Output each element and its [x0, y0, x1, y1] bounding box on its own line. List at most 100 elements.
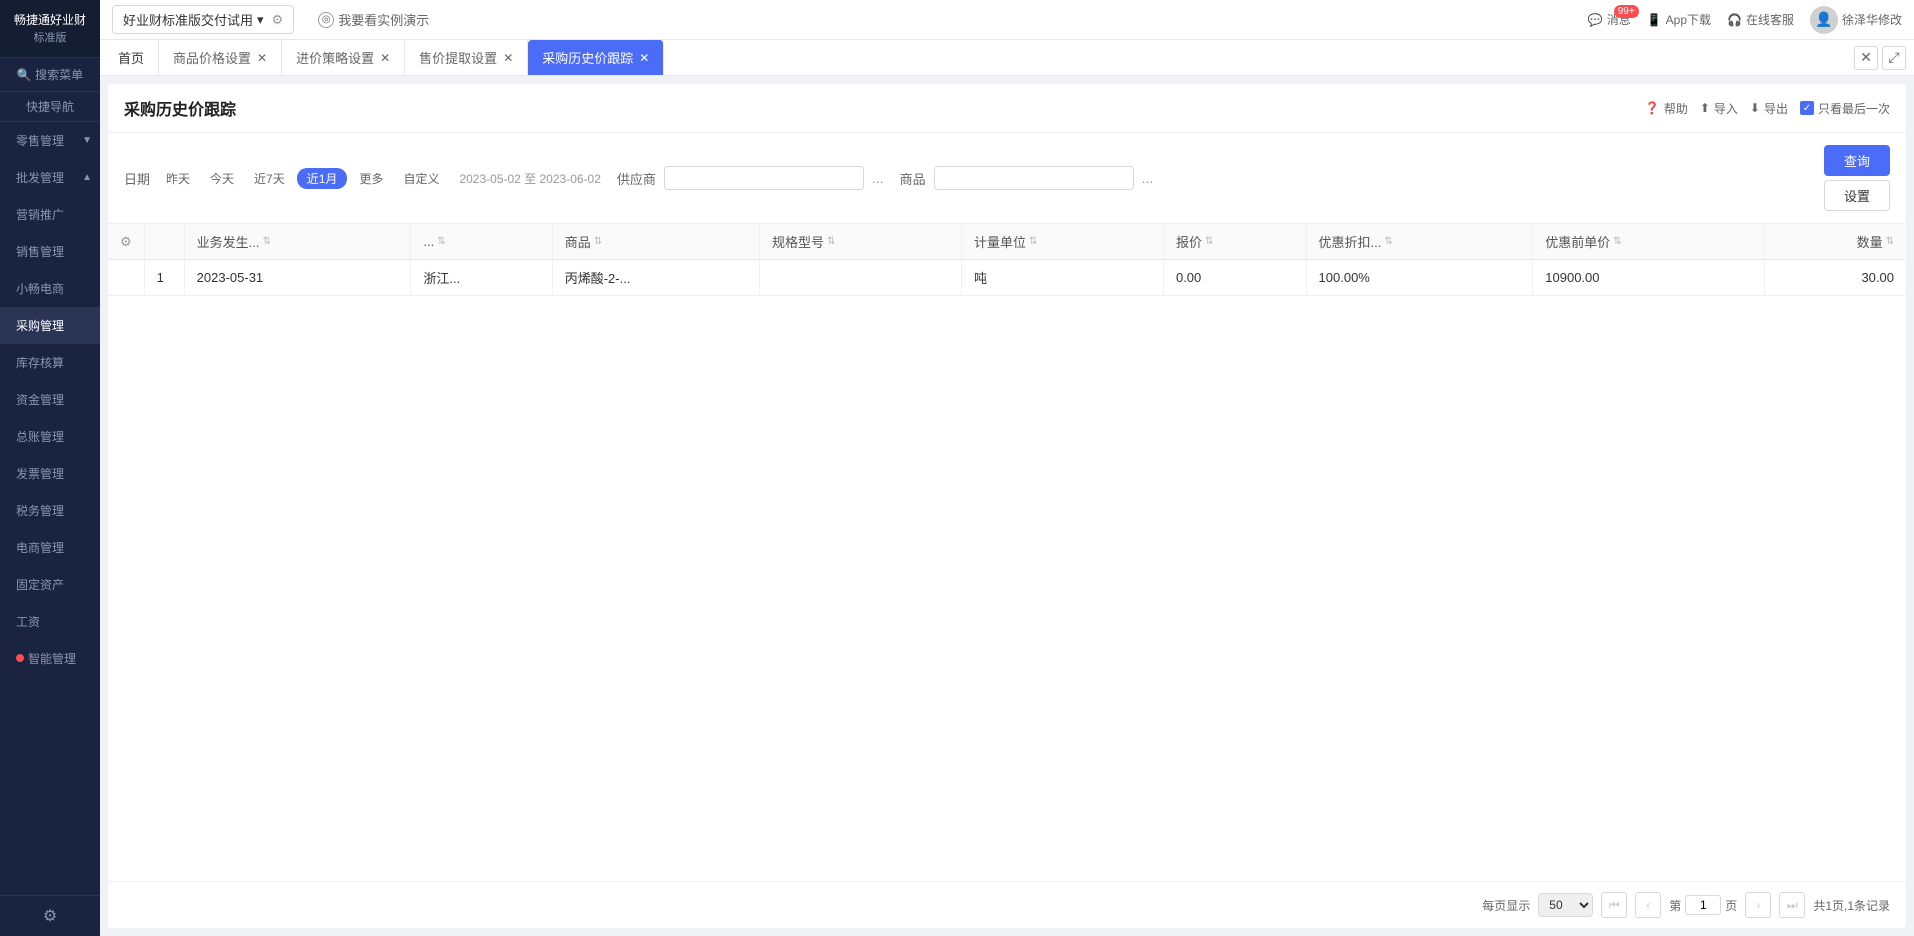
product-input[interactable] — [934, 166, 1134, 190]
help-icon: ❓ — [1645, 101, 1660, 115]
sidebar-item-fixed-assets[interactable]: 固定资产 — [0, 566, 100, 603]
column-settings-icon[interactable]: ⚙ — [120, 234, 132, 249]
export-button[interactable]: ⬇ 导出 — [1750, 100, 1788, 117]
th-pre-discount-price[interactable]: 优惠前单价 ⇅ — [1533, 224, 1765, 260]
tab-purchase-history[interactable]: 采购历史价跟踪 ✕ — [528, 40, 664, 75]
page-title: 采购历史价跟踪 — [124, 96, 1645, 120]
topbar: 好业财标准版交付试用 ▾ ⚙ ◎ 我要看实例演示 💬 消息 99+ 📱 App下… — [100, 0, 1914, 40]
settings-gear-icon[interactable]: ⚙ — [43, 908, 57, 925]
th-discount[interactable]: 优惠折扣... ⇅ — [1306, 224, 1533, 260]
th-unit[interactable]: 计量单位 ⇅ — [961, 224, 1163, 260]
td-product: 丙烯酸-2-... — [552, 260, 759, 296]
pagination-first-button[interactable]: ⏮ — [1601, 892, 1627, 918]
sidebar-item-finance[interactable]: 资金管理 — [0, 381, 100, 418]
tab-sale-price-label: 售价提取设置 — [419, 48, 497, 67]
sidebar-item-ecommerce[interactable]: 电商管理 — [0, 529, 100, 566]
per-page-select[interactable]: 50 10 20 100 — [1538, 893, 1593, 917]
version-label: 好业财标准版交付试用 — [123, 10, 253, 29]
sidebar-item-general-ledger[interactable]: 总账管理 — [0, 418, 100, 455]
close-tab-button[interactable]: ✕ — [1854, 46, 1878, 70]
filter-actions: 查询 设置 — [1824, 145, 1890, 211]
th-seq — [144, 224, 184, 260]
sidebar-item-invoice[interactable]: 发票管理 — [0, 455, 100, 492]
tab-price-settings[interactable]: 商品价格设置 ✕ — [159, 40, 282, 75]
date-btn-more[interactable]: 更多 — [351, 168, 391, 189]
close-icon[interactable]: ✕ — [380, 51, 390, 65]
close-icon[interactable]: ✕ — [639, 51, 649, 65]
product-filter-group: 商品 ... — [900, 166, 1154, 190]
sidebar-fixed-assets-label: 固定资产 — [16, 576, 92, 593]
product-more-icon[interactable]: ... — [1142, 170, 1154, 186]
topbar-left: 好业财标准版交付试用 ▾ ⚙ ◎ 我要看实例演示 — [112, 5, 429, 34]
page-label: 第 — [1669, 897, 1681, 914]
close-icon[interactable]: ✕ — [503, 51, 513, 65]
sidebar-item-quick-nav[interactable]: 快捷导航 — [0, 92, 100, 122]
sidebar-item-wholesale[interactable]: 批发管理 ▲ — [0, 159, 100, 196]
tab-price-settings-label: 商品价格设置 — [173, 48, 251, 67]
th-date-label: 业务发生... — [197, 232, 260, 251]
tab-purchase-strategy-label: 进价策略设置 — [296, 48, 374, 67]
date-btn-last1month[interactable]: 近1月 — [297, 168, 348, 189]
page-suffix: 页 — [1725, 897, 1737, 914]
tab-purchase-strategy[interactable]: 进价策略设置 ✕ — [282, 40, 405, 75]
user-name: 徐泽华修改 — [1842, 11, 1902, 28]
app-download-button[interactable]: 📱 App下载 — [1647, 11, 1711, 28]
sidebar-item-smart[interactable]: 智能管理 — [0, 640, 100, 677]
th-ellipsis[interactable]: ... ⇅ — [411, 224, 552, 260]
tab-sale-price[interactable]: 售价提取设置 ✕ — [405, 40, 528, 75]
messages-button[interactable]: 💬 消息 99+ — [1588, 11, 1631, 28]
filter-settings-button[interactable]: 设置 — [1824, 180, 1890, 211]
sidebar-item-tax[interactable]: 税务管理 — [0, 492, 100, 529]
th-spec[interactable]: 规格型号 ⇅ — [760, 224, 962, 260]
export-icon: ⬇ — [1750, 101, 1760, 115]
sidebar-item-retail[interactable]: 零售管理 ▼ — [0, 122, 100, 159]
avatar: 👤 — [1810, 6, 1838, 34]
person-icon: 👤 — [1815, 11, 1832, 28]
date-btn-custom[interactable]: 自定义 — [395, 168, 447, 189]
sidebar-item-ecommerce-small[interactable]: 小畅电商 — [0, 270, 100, 307]
date-btn-last7days[interactable]: 近7天 — [246, 168, 293, 189]
date-range-display: 2023-05-02 至 2023-06-02 — [459, 170, 600, 187]
th-date[interactable]: 业务发生... ⇅ — [184, 224, 411, 260]
page-input[interactable] — [1685, 895, 1721, 915]
user-profile-button[interactable]: 👤 徐泽华修改 — [1810, 6, 1902, 34]
sidebar-item-inventory[interactable]: 库存核算 — [0, 344, 100, 381]
demo-link[interactable]: ◎ 我要看实例演示 — [318, 10, 429, 29]
import-button[interactable]: ⬆ 导入 — [1700, 100, 1738, 117]
td-pre-discount-price: 10900.00 — [1533, 260, 1765, 296]
th-product[interactable]: 商品 ⇅ — [552, 224, 759, 260]
app-download-label: App下载 — [1666, 11, 1711, 28]
close-icon[interactable]: ✕ — [257, 51, 267, 65]
th-quantity[interactable]: 数量 ⇅ — [1764, 224, 1906, 260]
supplier-input[interactable] — [664, 166, 864, 190]
pagination-next-button[interactable]: › — [1745, 892, 1771, 918]
pagination-prev-button[interactable]: ‹ — [1635, 892, 1661, 918]
online-support-button[interactable]: 🎧 在线客服 — [1727, 11, 1794, 28]
date-btn-today[interactable]: 今天 — [202, 168, 242, 189]
settings-icon[interactable]: ⚙ — [272, 12, 284, 28]
pagination-last-button[interactable]: ⏭ — [1779, 892, 1805, 918]
sidebar-item-marketing[interactable]: 营销推广 — [0, 196, 100, 233]
checkbox-icon[interactable]: ✓ — [1800, 101, 1814, 115]
chevron-down-icon: ▼ — [82, 135, 92, 146]
version-selector[interactable]: 好业财标准版交付试用 ▾ ⚙ — [112, 5, 294, 34]
query-button[interactable]: 查询 — [1824, 145, 1890, 176]
sidebar-search-label: 搜索菜单 — [35, 68, 83, 82]
help-label: 帮助 — [1664, 100, 1688, 117]
td-seq: 1 — [144, 260, 184, 296]
date-btn-yesterday[interactable]: 昨天 — [158, 168, 198, 189]
th-quoted-price[interactable]: 报价 ⇅ — [1163, 224, 1306, 260]
sidebar-item-sales[interactable]: 销售管理 — [0, 233, 100, 270]
th-unit-label: 计量单位 — [974, 232, 1026, 251]
help-button[interactable]: ❓ 帮助 — [1645, 100, 1688, 117]
supplier-more-icon[interactable]: ... — [872, 170, 884, 186]
expand-tab-button[interactable]: ⤢ — [1882, 46, 1906, 70]
sidebar-item-search[interactable]: 🔍 搜索菜单 — [0, 58, 100, 92]
chevron-down-icon: ▾ — [257, 12, 264, 28]
sidebar-item-payroll[interactable]: 工资 — [0, 603, 100, 640]
sort-icon: ⇅ — [594, 236, 602, 247]
page-actions: ❓ 帮助 ⬆ 导入 ⬇ 导出 ✓ 只看最后一次 — [1645, 100, 1890, 117]
sidebar-item-purchase[interactable]: 采购管理 — [0, 307, 100, 344]
filter-bar: 日期 昨天 今天 近7天 近1月 更多 自定义 2023-05-02 至 202… — [108, 133, 1906, 224]
tab-home[interactable]: 首页 — [104, 40, 159, 75]
